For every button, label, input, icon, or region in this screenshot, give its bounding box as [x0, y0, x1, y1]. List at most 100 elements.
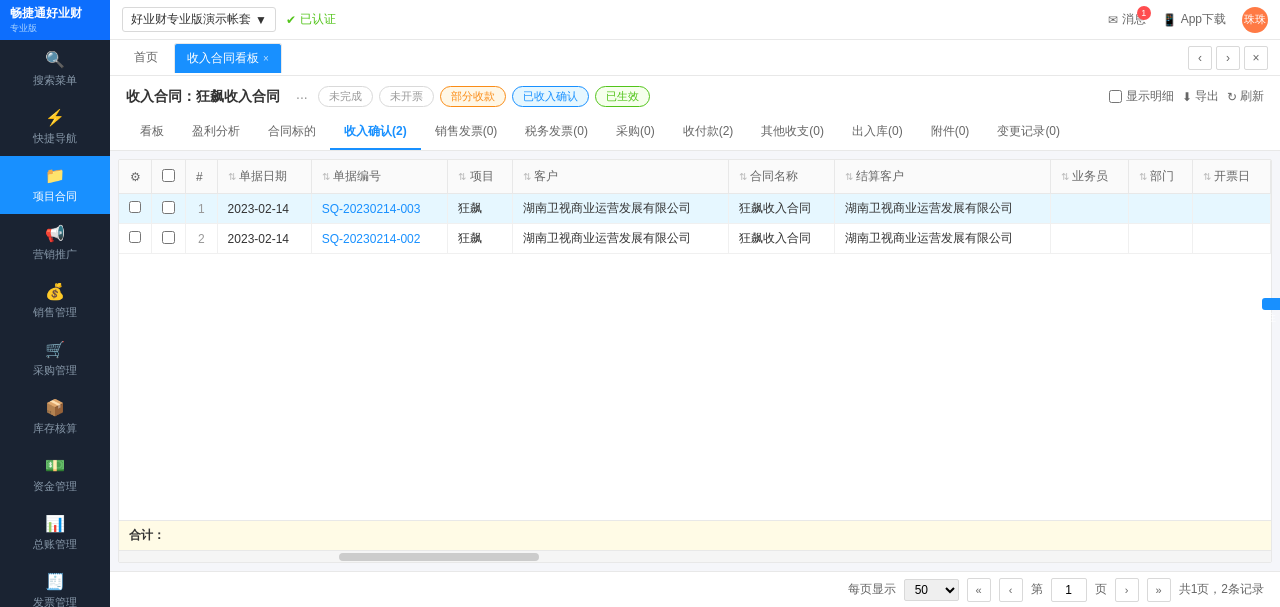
- horizontal-scrollbar[interactable]: [119, 550, 1271, 562]
- sidebar-icon-3: 📢: [45, 224, 65, 243]
- inner-tabs: 看板盈利分析合同标的收入确认(2)销售发票(0)税务发票(0)采购(0)收付款(…: [126, 115, 1264, 150]
- page-number-input[interactable]: [1051, 578, 1087, 602]
- th-date: ⇅ 单据日期: [217, 160, 311, 194]
- topbar-right: ✉ 消息 1 📱 App下载 珠珠: [1108, 7, 1268, 33]
- title-row: 收入合同：狂飙收入合同 ··· 未完成未开票部分收款已收入确认已生效 显示明细 …: [126, 86, 1264, 107]
- refresh-button[interactable]: ↻ 刷新: [1227, 88, 1264, 105]
- per-page-label: 每页显示: [848, 581, 896, 598]
- inner-tab-11[interactable]: 变更记录(0): [983, 115, 1074, 150]
- table-footer: 合计：: [119, 520, 1271, 550]
- sidebar-icon-0: 🔍: [45, 50, 65, 69]
- status-tag-0[interactable]: 未完成: [318, 86, 373, 107]
- cell-checkbox-1[interactable]: [152, 224, 186, 254]
- close-tab-icon[interactable]: ×: [263, 53, 269, 64]
- sidebar-item-9[interactable]: 🧾发票管理: [0, 562, 110, 607]
- row-settings-1[interactable]: [129, 231, 141, 243]
- sort-icon: ⇅: [523, 171, 531, 182]
- sidebar-label-3: 营销推广: [33, 247, 77, 262]
- cell-settings[interactable]: [119, 224, 152, 254]
- order-link-1[interactable]: SQ-20230214-002: [322, 232, 421, 246]
- inner-tab-0[interactable]: 看板: [126, 115, 178, 150]
- table-wrapper[interactable]: ⚙ # ⇅ 单据日期 ⇅ 单据编号 ⇅ 项目 ⇅ 客户 ⇅ 合同名称 ⇅ 结算客…: [119, 160, 1271, 520]
- table-area: ⚙ # ⇅ 单据日期 ⇅ 单据编号 ⇅ 项目 ⇅ 客户 ⇅ 合同名称 ⇅ 结算客…: [118, 159, 1272, 563]
- per-page-select[interactable]: 50 100 200: [904, 579, 959, 601]
- side-note[interactable]: 注: [1262, 298, 1280, 310]
- cell-checkbox-0[interactable]: [152, 194, 186, 224]
- sidebar-item-4[interactable]: 💰销售管理: [0, 272, 110, 330]
- footer-total-label: 合计：: [129, 527, 165, 544]
- sidebar-item-3[interactable]: 📢 营销推广: [0, 214, 110, 272]
- tab-prev-button[interactable]: ‹: [1188, 46, 1212, 70]
- row-settings-0[interactable]: [129, 201, 141, 213]
- show-detail-checkbox[interactable]: 显示明细: [1109, 88, 1174, 105]
- th-settle-customer: ⇅ 结算客户: [834, 160, 1050, 194]
- message-button[interactable]: ✉ 消息 1: [1108, 11, 1146, 28]
- inner-tab-4[interactable]: 销售发票(0): [421, 115, 512, 150]
- message-badge: 1: [1137, 6, 1151, 20]
- scrollbar-thumb[interactable]: [339, 553, 539, 561]
- cell-project-1: 狂飙: [448, 224, 512, 254]
- inner-tab-8[interactable]: 其他收支(0): [747, 115, 838, 150]
- sidebar-item-7[interactable]: 💵资金管理: [0, 446, 110, 504]
- cell-num-0: 1: [186, 194, 218, 224]
- sidebar-item-5[interactable]: 🛒采购管理: [0, 330, 110, 388]
- inner-tab-6[interactable]: 采购(0): [602, 115, 669, 150]
- sort-icon: ⇅: [739, 171, 747, 182]
- th-checkbox[interactable]: [152, 160, 186, 194]
- content: 收入合同：狂飙收入合同 ··· 未完成未开票部分收款已收入确认已生效 显示明细 …: [110, 76, 1280, 607]
- show-detail-input[interactable]: [1109, 90, 1122, 103]
- content-header: 收入合同：狂飙收入合同 ··· 未完成未开票部分收款已收入确认已生效 显示明细 …: [110, 76, 1280, 151]
- inner-tab-5[interactable]: 税务发票(0): [511, 115, 602, 150]
- prev-page-button[interactable]: ‹: [999, 578, 1023, 602]
- cell-settings[interactable]: [119, 194, 152, 224]
- sidebar-item-8[interactable]: 📊总账管理: [0, 504, 110, 562]
- sidebar-item-0[interactable]: 🔍搜索菜单: [0, 40, 110, 98]
- inner-tab-9[interactable]: 出入库(0): [838, 115, 917, 150]
- table-row[interactable]: 2 2023-02-14 SQ-20230214-002 狂飙 湖南卫视商业运营…: [119, 224, 1271, 254]
- status-tag-1[interactable]: 未开票: [379, 86, 434, 107]
- sort-icon: ⇅: [322, 171, 330, 182]
- status-tag-2[interactable]: 部分收款: [440, 86, 506, 107]
- tab-next-button[interactable]: ›: [1216, 46, 1240, 70]
- next-page-button[interactable]: ›: [1115, 578, 1139, 602]
- sidebar-label-1: 快捷导航: [33, 131, 77, 146]
- sidebar-label-2: 项目合同: [33, 189, 77, 204]
- inner-tab-10[interactable]: 附件(0): [917, 115, 984, 150]
- th-settings[interactable]: ⚙: [119, 160, 152, 194]
- status-tag-4[interactable]: 已生效: [595, 86, 650, 107]
- inner-tab-2[interactable]: 合同标的: [254, 115, 330, 150]
- last-page-button[interactable]: »: [1147, 578, 1171, 602]
- home-label: 首页: [134, 49, 158, 66]
- table-header-row: ⚙ # ⇅ 单据日期 ⇅ 单据编号 ⇅ 项目 ⇅ 客户 ⇅ 合同名称 ⇅ 结算客…: [119, 160, 1271, 194]
- select-all-checkbox[interactable]: [162, 169, 175, 182]
- certified-badge: ✔ 已认证: [286, 11, 336, 28]
- table-row[interactable]: 1 2023-02-14 SQ-20230214-003 狂飙 湖南卫视商业运营…: [119, 194, 1271, 224]
- th-project: ⇅ 项目: [448, 160, 512, 194]
- more-button[interactable]: ···: [296, 89, 308, 105]
- row-check-0[interactable]: [162, 201, 175, 214]
- tab-active[interactable]: 收入合同看板 ×: [174, 43, 282, 73]
- sidebar-item-1[interactable]: ⚡快捷导航: [0, 98, 110, 156]
- sidebar-item-6[interactable]: 📦库存核算: [0, 388, 110, 446]
- status-tag-3[interactable]: 已收入确认: [512, 86, 589, 107]
- topbar: 好业财专业版演示帐套 ▼ ✔ 已认证 ✉ 消息 1 📱 App下载 珠珠: [110, 0, 1280, 40]
- inner-tab-3[interactable]: 收入确认(2): [330, 115, 421, 150]
- export-button[interactable]: ⬇ 导出: [1182, 88, 1219, 105]
- inner-tab-1[interactable]: 盈利分析: [178, 115, 254, 150]
- inner-tab-7[interactable]: 收付款(2): [669, 115, 748, 150]
- user-avatar[interactable]: 珠珠: [1242, 7, 1268, 33]
- data-table: ⚙ # ⇅ 单据日期 ⇅ 单据编号 ⇅ 项目 ⇅ 客户 ⇅ 合同名称 ⇅ 结算客…: [119, 160, 1271, 254]
- company-name: 好业财专业版演示帐套: [131, 11, 251, 28]
- pagination: 每页显示 50 100 200 « ‹ 第 页 › » 共1页，2条记录: [110, 571, 1280, 607]
- tab-close-button[interactable]: ×: [1244, 46, 1268, 70]
- chevron-down-icon: ▼: [255, 13, 267, 27]
- app-download-button[interactable]: 📱 App下载: [1162, 11, 1226, 28]
- order-link-0[interactable]: SQ-20230214-003: [322, 202, 421, 216]
- sidebar: 畅捷通好业财 专业版 🔍搜索菜单⚡快捷导航📁项目合同📢营销推广💰销售管理🛒采购管…: [0, 0, 110, 607]
- tab-home[interactable]: 首页: [122, 43, 170, 72]
- sidebar-item-2[interactable]: 📁项目合同: [0, 156, 110, 214]
- first-page-button[interactable]: «: [967, 578, 991, 602]
- row-check-1[interactable]: [162, 231, 175, 244]
- sidebar-icon-7: 💵: [45, 456, 65, 475]
- company-selector[interactable]: 好业财专业版演示帐套 ▼: [122, 7, 276, 32]
